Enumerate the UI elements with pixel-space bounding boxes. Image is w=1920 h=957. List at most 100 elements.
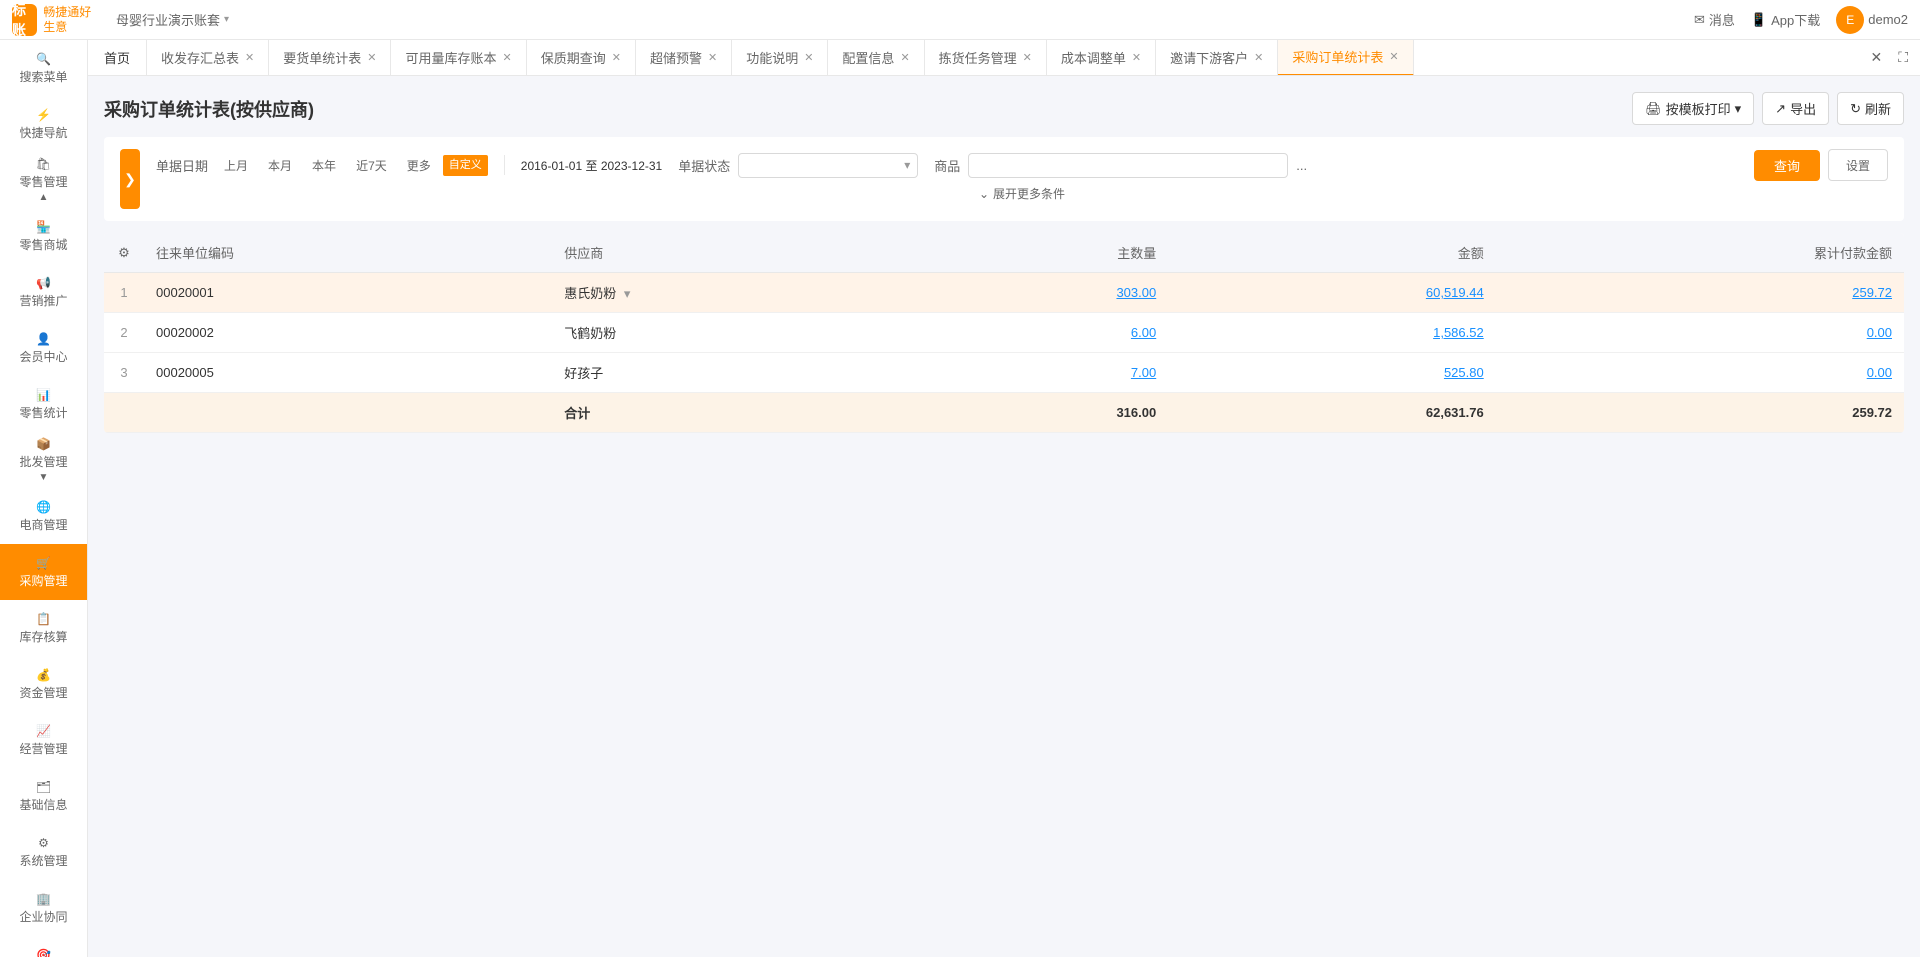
tab-close-available-stock[interactable]: ✕ <box>503 51 512 64</box>
shortcut-more[interactable]: 更多 <box>399 155 439 176</box>
tab-func-desc[interactable]: 功能说明 ✕ <box>732 40 828 76</box>
sidebar-item-quick-nav[interactable]: ⚡ 快捷导航 <box>0 96 87 152</box>
status-select-wrapper <box>738 153 918 178</box>
tab-close-pick-task[interactable]: ✕ <box>1023 51 1032 64</box>
marketing-icon: 📢 <box>36 276 51 290</box>
page-title: 采购订单统计表(按供应商) <box>104 96 314 122</box>
inventory-icon: 📋 <box>36 612 51 626</box>
tab-close-collect-pay[interactable]: ✕ <box>245 51 254 64</box>
supplier-1: 惠氏奶粉 ▾ <box>552 273 913 313</box>
date-range-text: 2016-01-01 至 2023-12-31 <box>521 157 662 174</box>
finance-icon: 💰 <box>36 668 51 682</box>
tab-pick-task[interactable]: 拣货任务管理 ✕ <box>925 40 1047 76</box>
sidebar-item-inventory[interactable]: 📋 库存核算 <box>0 600 87 656</box>
header-actions: 🖨 按模板打印 ▾ ↗ 导出 ↻ 刷新 <box>1632 92 1904 125</box>
sidebar-item-member[interactable]: 👤 会员中心 <box>0 320 87 376</box>
sidebar-item-operations[interactable]: 📈 经营管理 <box>0 712 87 768</box>
amount-3: 525.80 <box>1168 353 1496 393</box>
tab-goods-summary[interactable]: 要货单统计表 ✕ <box>269 40 391 76</box>
settings-button[interactable]: 设置 <box>1828 149 1888 181</box>
tab-close-func-desc[interactable]: ✕ <box>804 51 813 64</box>
retail-mall-icon: 🏪 <box>36 220 51 234</box>
unit-code-3: 00020005 <box>144 353 552 393</box>
workspace-selector[interactable]: 母婴行业演示账套 ▾ <box>116 10 1678 29</box>
shortcut-this-year[interactable]: 本年 <box>304 155 344 176</box>
tab-close-purchase-summary[interactable]: ✕ <box>1389 50 1398 63</box>
tab-invite-downstream[interactable]: 邀请下游客户 ✕ <box>1156 40 1278 76</box>
expand-supplier-icon[interactable]: ▾ <box>624 286 631 301</box>
tab-cost-adjust[interactable]: 成本调整单 ✕ <box>1047 40 1156 76</box>
supplier-3: 好孩子 <box>552 353 913 393</box>
refresh-button[interactable]: ↻ 刷新 <box>1837 92 1904 125</box>
tab-config[interactable]: 配置信息 ✕ <box>828 40 924 76</box>
shortcut-this-month[interactable]: 本月 <box>260 155 300 176</box>
tab-home[interactable]: 首页 <box>88 40 147 76</box>
more-filter-icon[interactable]: ... <box>1296 158 1307 173</box>
shortcut-7days[interactable]: 近7天 <box>348 155 395 176</box>
sidebar-item-finance[interactable]: 💰 资金管理 <box>0 656 87 712</box>
query-button[interactable]: 查询 <box>1754 150 1820 181</box>
th-gear: ⚙ <box>104 233 144 273</box>
print-icon: 🖨 <box>1645 101 1662 117</box>
table-footer-row: 合计 316.00 62,631.76 259.72 <box>104 393 1904 433</box>
tab-available-stock[interactable]: 可用量库存账本 ✕ <box>391 40 526 76</box>
tab-overstock[interactable]: 超储预警 ✕ <box>636 40 732 76</box>
download-icon: 📱 <box>1751 12 1767 28</box>
gear-settings-icon[interactable]: ⚙ <box>118 245 130 260</box>
status-filter: 单据状态 <box>678 153 918 178</box>
member-icon: 👤 <box>36 332 51 346</box>
tab-warranty[interactable]: 保质期查询 ✕ <box>527 40 636 76</box>
refresh-icon: ↻ <box>1850 101 1861 117</box>
tab-close-goods-summary[interactable]: ✕ <box>367 51 376 64</box>
paid-3: 0.00 <box>1496 353 1904 393</box>
purchase-icon: 🛒 <box>36 556 51 570</box>
tab-close-config[interactable]: ✕ <box>900 51 909 64</box>
th-amount: 金额 <box>1168 233 1496 273</box>
main-content: 首页 收发存汇总表 ✕ 要货单统计表 ✕ 可用量库存账本 ✕ 保质期查询 ✕ 超… <box>88 40 1920 957</box>
tab-close-cost-adjust[interactable]: ✕ <box>1132 51 1141 64</box>
sidebar-item-basic[interactable]: 🗂 基础信息 <box>0 768 87 824</box>
table-container: ⚙ 往来单位编码 供应商 主数量 金额 累计付款金额 1 00020001 <box>104 233 1904 433</box>
collapse-toggle[interactable]: ❯ <box>120 149 140 209</box>
sidebar-item-purchase[interactable]: 🛒 采购管理 <box>0 544 87 600</box>
tab-purchase-summary[interactable]: 采购订单统计表 ✕ <box>1278 40 1413 76</box>
tab-close-all-icon[interactable]: ✕ <box>1866 45 1886 70</box>
th-paid: 累计付款金额 <box>1496 233 1904 273</box>
sidebar-item-ecommerce[interactable]: 🌐 电商管理 <box>0 488 87 544</box>
export-button[interactable]: ↗ 导出 <box>1762 92 1829 125</box>
status-select[interactable] <box>738 153 918 178</box>
sidebar-item-retail-mall[interactable]: 🏪 零售商城 <box>0 208 87 264</box>
user-menu-button[interactable]: E demo2 <box>1836 6 1908 34</box>
top-bar: 标账 畅捷通好生意 母婴行业演示账套 ▾ ✉ 消息 📱 App下载 E demo… <box>0 0 1920 40</box>
logo-text: 畅捷通好生意 <box>43 5 100 34</box>
app-download-button[interactable]: 📱 App下载 <box>1751 10 1820 29</box>
tab-close-invite-downstream[interactable]: ✕ <box>1254 51 1263 64</box>
logo-area: 标账 畅捷通好生意 <box>12 4 100 36</box>
wholesale-icon: 📦 <box>36 437 51 451</box>
row-num-1: 1 <box>104 273 144 313</box>
tab-fullscreen-icon[interactable]: ⛶ <box>1894 45 1912 70</box>
unit-code-1: 00020001 <box>144 273 552 313</box>
footer-paid: 259.72 <box>1496 393 1904 433</box>
print-button[interactable]: 🖨 按模板打印 ▾ <box>1632 92 1754 125</box>
sidebar-item-wholesale[interactable]: 📦 批发管理 ▼ <box>0 432 87 488</box>
sidebar-item-system[interactable]: ⚙ 系统管理 <box>0 824 87 880</box>
sidebar-item-newbie[interactable]: 🎯 新手引导 <box>0 936 87 957</box>
quick-nav-icon: ⚡ <box>36 108 51 122</box>
goods-input[interactable] <box>968 153 1288 178</box>
sidebar-item-marketing[interactable]: 📢 营销推广 <box>0 264 87 320</box>
tab-close-overstock[interactable]: ✕ <box>708 51 717 64</box>
expand-button[interactable]: ⌄ 展开更多条件 <box>979 185 1065 202</box>
sidebar-item-search[interactable]: 🔍 搜索菜单 <box>0 40 87 96</box>
tab-bar: 首页 收发存汇总表 ✕ 要货单统计表 ✕ 可用量库存账本 ✕ 保质期查询 ✕ 超… <box>88 40 1920 76</box>
sidebar-item-retail[interactable]: 🛍 零售管理 ▲ <box>0 152 87 208</box>
avatar: E <box>1836 6 1864 34</box>
tab-close-warranty[interactable]: ✕ <box>612 51 621 64</box>
quantity-1: 303.00 <box>913 273 1168 313</box>
tab-collect-pay[interactable]: 收发存汇总表 ✕ <box>147 40 269 76</box>
sidebar-item-retail-stat[interactable]: 📊 零售统计 <box>0 376 87 432</box>
message-button[interactable]: ✉ 消息 <box>1694 10 1735 29</box>
shortcut-last-month[interactable]: 上月 <box>216 155 256 176</box>
filter-divider <box>504 155 505 175</box>
sidebar-item-enterprise[interactable]: 🏢 企业协同 <box>0 880 87 936</box>
